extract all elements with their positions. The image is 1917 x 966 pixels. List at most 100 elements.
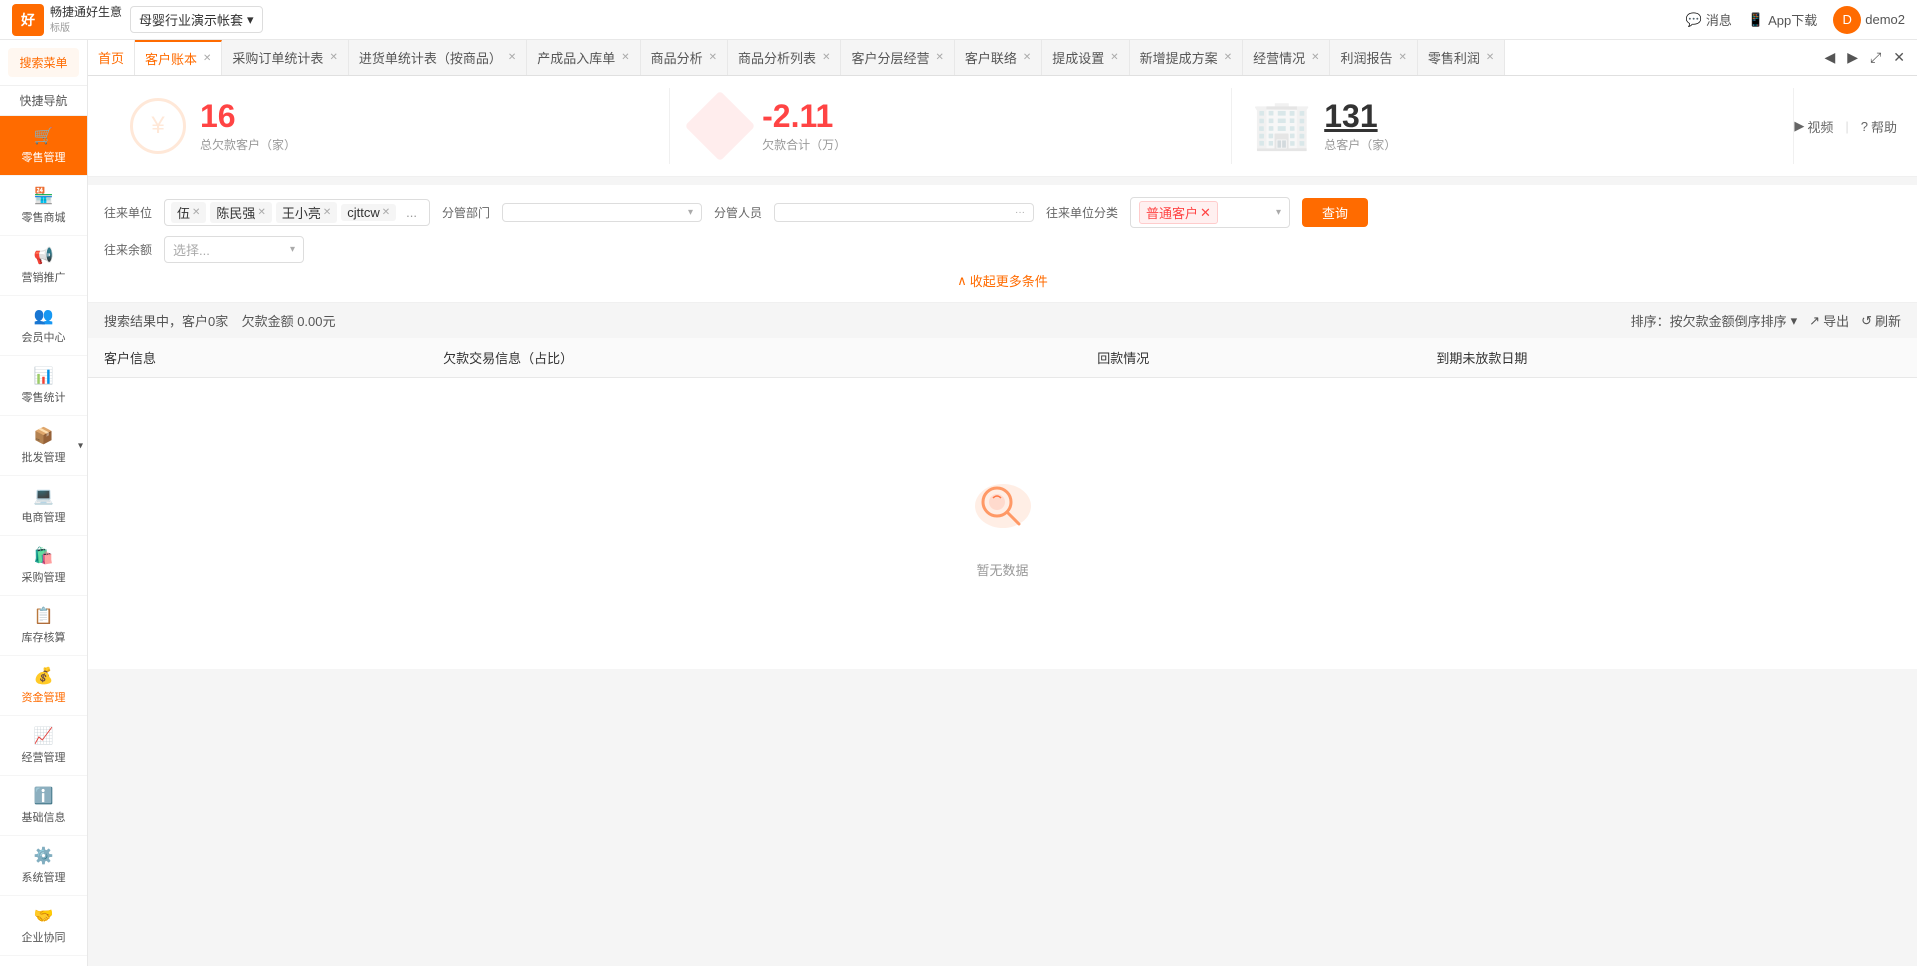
refresh-button[interactable]: ↺ 刷新: [1861, 311, 1901, 330]
tab-operation-status-close[interactable]: ✕: [1311, 52, 1319, 63]
search-result-actions: 排序：按欠款金额倒序排序 ▾ ↗ 导出 ↺ 刷新: [1631, 311, 1901, 330]
sidebar-quick-nav[interactable]: 快捷导航: [0, 86, 87, 116]
unit-class-tag-close[interactable]: ✕: [1200, 205, 1211, 221]
app-download-action[interactable]: 📱 App下载: [1748, 10, 1817, 29]
collapse-button[interactable]: ∧ 收起更多条件: [104, 271, 1901, 290]
store-selector[interactable]: 母婴行业演示帐套 ▾: [130, 6, 263, 33]
sidebar-item-retail-stats[interactable]: 📊 零售统计: [0, 356, 87, 416]
top-bar-right: 💬 消息 📱 App下载 D demo2: [1686, 6, 1905, 34]
query-button[interactable]: 查询: [1302, 198, 1368, 227]
message-action[interactable]: 💬 消息: [1686, 10, 1732, 29]
tab-customer-accounts[interactable]: 客户账本 ✕: [135, 40, 222, 75]
tab-zero-retail-profit[interactable]: 零售利润 ✕: [1418, 40, 1505, 75]
tab-inbound-close[interactable]: ✕: [508, 52, 516, 63]
stat-block-customers: ¥ 16 总欠款客户（家）: [108, 88, 670, 164]
tab-profit-report[interactable]: 利润报告 ✕: [1330, 40, 1417, 75]
marketing-icon: 📢: [4, 246, 83, 266]
tab-purchase-order-close[interactable]: ✕: [329, 52, 337, 63]
avatar-text: D: [1843, 12, 1852, 27]
tab-production-close[interactable]: ✕: [621, 52, 629, 63]
sidebar-item-operation[interactable]: 📈 经营管理: [0, 716, 87, 776]
sidebar-item-enterprise-coop[interactable]: 🤝 企业协同: [0, 896, 87, 956]
tab-customer-segment-close[interactable]: ✕: [935, 52, 943, 63]
sidebar-search-button[interactable]: 搜索菜单: [8, 48, 79, 77]
operation-icon: 📈: [4, 726, 83, 746]
tab-profit-report-label: 利润报告: [1340, 48, 1392, 67]
purchase-label: 采购管理: [22, 572, 66, 584]
sidebar-item-finance[interactable]: 💰 资金管理: [0, 656, 87, 716]
tab-customer-contact-close[interactable]: ✕: [1023, 52, 1031, 63]
ecommerce-label: 电商管理: [22, 512, 66, 524]
help-action[interactable]: ? 帮助: [1861, 117, 1897, 136]
sort-select[interactable]: 排序：按欠款金额倒序排序 ▾: [1631, 311, 1798, 330]
filter-tag-cj-close[interactable]: ✕: [382, 207, 390, 218]
sidebar-item-marketing[interactable]: 📢 营销推广: [0, 236, 87, 296]
partner-unit-tag-group[interactable]: 伍 ✕ 陈民强 ✕ 王小亮 ✕ cjttcw ✕: [164, 199, 430, 226]
tab-nav-left[interactable]: ◀: [1821, 47, 1840, 68]
tab-expand[interactable]: ⤢: [1866, 47, 1885, 68]
filter-tag-chen-close[interactable]: ✕: [257, 207, 265, 218]
tab-customer-segment[interactable]: 客户分层经营 ✕: [841, 40, 954, 75]
unit-class-select[interactable]: 普通客户 ✕ ▾: [1130, 197, 1290, 228]
tab-operation-status-label: 经营情况: [1253, 48, 1305, 67]
sidebar-item-wholesale[interactable]: 📦 批发管理: [0, 416, 87, 476]
enterprise-coop-label: 企业协同: [22, 932, 66, 944]
retail-manage-label: 零售管理: [22, 152, 66, 164]
tab-raise-settings[interactable]: 提成设置 ✕: [1042, 40, 1129, 75]
app-download-label: App下载: [1768, 10, 1817, 29]
logo-title: 畅捷通好生意: [50, 5, 122, 19]
tab-product-analysis-list[interactable]: 商品分析列表 ✕: [728, 40, 841, 75]
ecommerce-icon: 💻: [4, 486, 83, 506]
sidebar-item-system[interactable]: ⚙️ 系统管理: [0, 836, 87, 896]
export-button[interactable]: ↗ 导出: [1809, 311, 1849, 330]
tab-purchase-order-stats[interactable]: 采购订单统计表 ✕: [222, 40, 348, 75]
person-select[interactable]: ···: [774, 203, 1034, 222]
sidebar-item-member[interactable]: 👥 会员中心: [0, 296, 87, 356]
tab-inbound-stats[interactable]: 进货单统计表（按商品） ✕: [349, 40, 527, 75]
filter-tag-chen: 陈民强 ✕: [210, 202, 271, 223]
sidebar-item-inventory[interactable]: 📋 库存核算: [0, 596, 87, 656]
filter-tag-wang-close[interactable]: ✕: [323, 207, 331, 218]
sidebar-item-purchase[interactable]: 🛍️ 采购管理: [0, 536, 87, 596]
tab-product-analysis[interactable]: 商品分析 ✕: [641, 40, 728, 75]
sidebar-item-ecommerce[interactable]: 💻 电商管理: [0, 476, 87, 536]
tab-close-all[interactable]: ✕: [1889, 47, 1909, 68]
table-body: 暂无数据: [88, 378, 1917, 670]
export-icon: ↗: [1809, 313, 1820, 329]
tab-product-analysis-close[interactable]: ✕: [709, 52, 717, 63]
tab-nav-right[interactable]: ▶: [1843, 47, 1862, 68]
sidebar-item-retail-mall[interactable]: 🏪 零售商城: [0, 176, 87, 236]
video-action[interactable]: ▶ 视频: [1794, 117, 1833, 136]
tab-production-inbound[interactable]: 产成品入库单 ✕: [527, 40, 640, 75]
filter-tag-wu: 伍 ✕: [171, 202, 206, 223]
tab-product-analysis-list-close[interactable]: ✕: [822, 52, 830, 63]
enterprise-coop-icon: 🤝: [4, 906, 83, 926]
tab-operation-status[interactable]: 经营情况 ✕: [1243, 40, 1330, 75]
table-header-row: 客户信息 欠款交易信息（占比） 回款情况 到期未放款日期: [88, 338, 1917, 378]
sidebar-item-retail-manage[interactable]: 🛒 零售管理: [0, 116, 87, 176]
tab-profit-report-close[interactable]: ✕: [1399, 52, 1407, 63]
sidebar-item-new-guide[interactable]: 🎯 新手引导: [0, 956, 87, 966]
tab-zero-retail-profit-close[interactable]: ✕: [1486, 52, 1494, 63]
dept-select[interactable]: ▾: [502, 203, 702, 222]
tab-home[interactable]: 首页: [88, 40, 135, 75]
tab-raise-settings-close[interactable]: ✕: [1110, 52, 1118, 63]
tab-add-raise-close[interactable]: ✕: [1224, 52, 1232, 63]
total-customers-label: 总欠款客户（家）: [200, 136, 296, 153]
member-icon: 👥: [4, 306, 83, 326]
filter-tag-wu-close[interactable]: ✕: [192, 207, 200, 218]
purchase-icon: 🛍️: [4, 546, 83, 566]
system-label: 系统管理: [22, 872, 66, 884]
debt-amount: 欠款金额 0.00元: [242, 314, 336, 329]
tab-customer-accounts-close[interactable]: ✕: [203, 53, 211, 64]
table-head: 客户信息 欠款交易信息（占比） 回款情况 到期未放款日期: [88, 338, 1917, 378]
stat-icon-debt: [690, 96, 750, 156]
filter-tag-cj: cjttcw ✕: [341, 204, 396, 221]
sidebar-item-basic-info[interactable]: ℹ️ 基础信息: [0, 776, 87, 836]
balance-select[interactable]: 选择... ▾: [164, 236, 304, 263]
user-area[interactable]: D demo2: [1833, 6, 1905, 34]
filter-tag-cj-label: cjttcw: [347, 205, 380, 220]
filter-tag-more[interactable]: ...: [400, 204, 423, 221]
tab-customer-contact[interactable]: 客户联络 ✕: [955, 40, 1042, 75]
tab-add-raise[interactable]: 新增提成方案 ✕: [1130, 40, 1243, 75]
